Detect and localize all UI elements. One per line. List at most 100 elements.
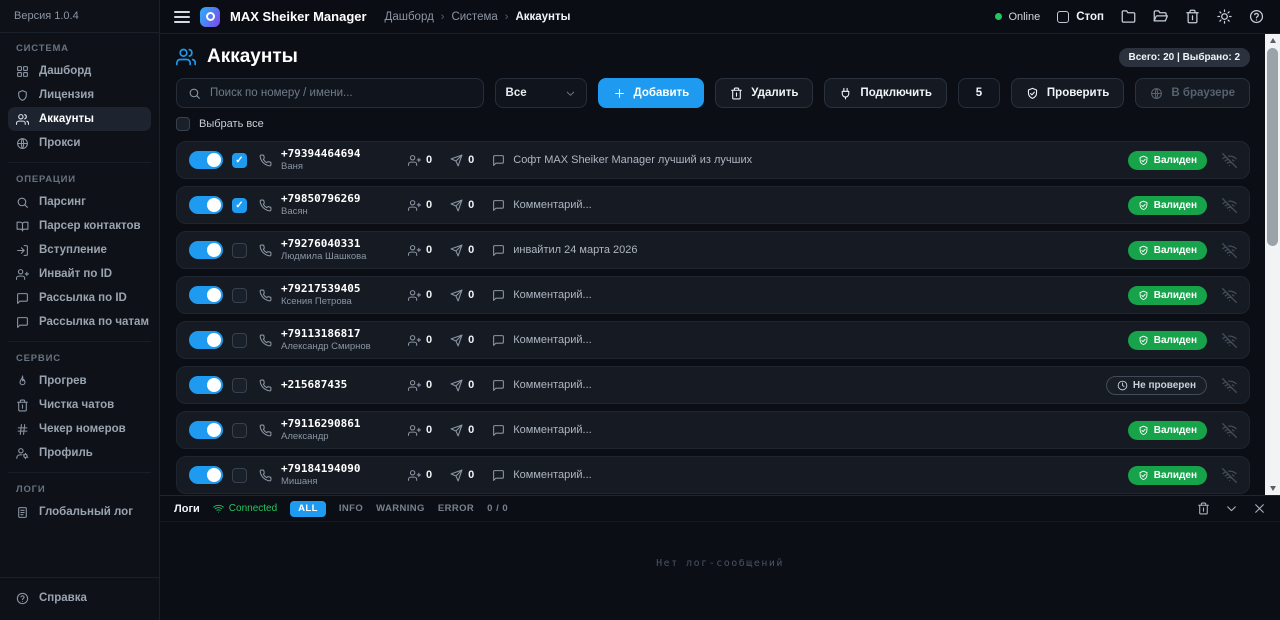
user-plus-icon bbox=[408, 154, 421, 167]
wifi-icon bbox=[213, 503, 224, 514]
account-comment[interactable]: Комментарий... bbox=[492, 379, 592, 392]
scroll-up-button[interactable] bbox=[1265, 34, 1280, 47]
close-icon[interactable] bbox=[1253, 502, 1266, 515]
account-toggle[interactable] bbox=[189, 376, 223, 394]
vertical-scrollbar[interactable] bbox=[1265, 34, 1280, 495]
sidebar-item-mailing-by-id[interactable]: Рассылка по ID bbox=[8, 286, 151, 310]
account-checkbox[interactable] bbox=[232, 152, 247, 168]
sidebar-item-proxy[interactable]: Прокси bbox=[8, 131, 151, 155]
sidebar-item-invite-by-id[interactable]: Инвайт по ID bbox=[8, 262, 151, 286]
sun-icon[interactable] bbox=[1217, 9, 1232, 24]
wifi-off-icon[interactable] bbox=[1222, 153, 1237, 168]
phone-icon bbox=[259, 244, 272, 257]
accounts-list: +79394464694Ваня 0 0 Софт MAX Sheiker Ma… bbox=[176, 141, 1250, 494]
logs-tab-all[interactable]: ALL bbox=[290, 500, 326, 517]
folder-icon[interactable] bbox=[1121, 9, 1136, 24]
checkbox-icon[interactable] bbox=[176, 117, 190, 131]
status-badge: Валиден bbox=[1127, 285, 1207, 305]
logs-tab-info[interactable]: INFO bbox=[339, 503, 363, 514]
phone-icon bbox=[259, 154, 272, 167]
account-toggle[interactable] bbox=[189, 286, 223, 304]
sidebar-item-parsing[interactable]: Парсинг bbox=[8, 190, 151, 214]
account-comment[interactable]: Комментарий... bbox=[492, 289, 592, 302]
search-box[interactable] bbox=[176, 78, 484, 108]
open-in-browser-button[interactable]: В браузере bbox=[1135, 78, 1250, 108]
sidebar-item-chat-cleaning[interactable]: Чистка чатов bbox=[8, 393, 151, 417]
wifi-off-icon[interactable] bbox=[1222, 378, 1237, 393]
scroll-down-button[interactable] bbox=[1265, 482, 1280, 495]
sidebar-item-warmup[interactable]: Прогрев bbox=[8, 369, 151, 393]
account-checkbox[interactable] bbox=[232, 467, 247, 483]
sidebar-item-help[interactable]: Справка bbox=[8, 586, 151, 610]
account-checkbox[interactable] bbox=[232, 422, 247, 438]
status-badge: Валиден bbox=[1127, 465, 1207, 485]
sidebar-item-joining[interactable]: Вступление bbox=[8, 238, 151, 262]
account-checkbox[interactable] bbox=[232, 197, 247, 213]
sidebar-item-contacts-parser[interactable]: Парсер контактов bbox=[8, 214, 151, 238]
invites-count: 0 bbox=[408, 334, 432, 347]
account-toggle[interactable] bbox=[189, 331, 223, 349]
account-checkbox[interactable] bbox=[232, 287, 247, 303]
account-toggle[interactable] bbox=[189, 466, 223, 484]
chevron-down-icon[interactable] bbox=[1225, 502, 1238, 515]
account-checkbox[interactable] bbox=[232, 377, 247, 393]
select-all-checkbox[interactable]: Выбрать все bbox=[176, 116, 1250, 132]
account-comment[interactable]: Комментарий... bbox=[492, 469, 592, 482]
logs-tab-warning[interactable]: WARNING bbox=[376, 503, 425, 514]
check-button[interactable]: Проверить bbox=[1010, 78, 1125, 108]
menu-icon[interactable] bbox=[174, 10, 190, 23]
scrollbar-track[interactable] bbox=[1265, 47, 1280, 482]
status-badge: Валиден bbox=[1127, 195, 1207, 215]
comment-icon bbox=[492, 424, 505, 437]
wifi-off-icon[interactable] bbox=[1222, 198, 1237, 213]
checkbox-icon[interactable] bbox=[1057, 10, 1070, 23]
sidebar-item-accounts[interactable]: Аккаунты bbox=[8, 107, 151, 131]
account-toggle[interactable] bbox=[189, 151, 223, 169]
account-comment[interactable]: Комментарий... bbox=[492, 199, 592, 212]
account-checkbox[interactable] bbox=[232, 332, 247, 348]
account-comment[interactable]: Комментарий... bbox=[492, 424, 592, 437]
account-toggle[interactable] bbox=[189, 196, 223, 214]
folder-open-icon[interactable] bbox=[1153, 9, 1168, 24]
logs-tab-error[interactable]: ERROR bbox=[438, 503, 474, 514]
invites-count: 0 bbox=[408, 154, 432, 167]
breadcrumb-system[interactable]: Система bbox=[451, 11, 497, 23]
search-input[interactable] bbox=[210, 87, 472, 99]
threads-input[interactable] bbox=[957, 78, 1000, 108]
wifi-off-icon[interactable] bbox=[1222, 423, 1237, 438]
stop-checkbox[interactable]: Стоп bbox=[1057, 10, 1104, 23]
scrollbar-thumb[interactable] bbox=[1267, 48, 1278, 246]
plus-icon bbox=[613, 87, 626, 100]
account-toggle[interactable] bbox=[189, 421, 223, 439]
filter-select[interactable]: Все bbox=[494, 78, 587, 108]
trash-icon[interactable] bbox=[1197, 502, 1210, 515]
send-icon bbox=[450, 289, 463, 302]
comment-icon bbox=[492, 199, 505, 212]
sidebar-item-mailing-by-chats[interactable]: Рассылка по чатам bbox=[8, 310, 151, 334]
help-icon[interactable] bbox=[1249, 9, 1264, 24]
breadcrumb-dashboard[interactable]: Дашборд bbox=[385, 11, 434, 23]
delete-button[interactable]: Удалить bbox=[715, 78, 814, 108]
sidebar-item-number-checker[interactable]: Чекер номеров bbox=[8, 417, 151, 441]
account-comment[interactable]: Софт MAX Sheiker Manager лучший из лучши… bbox=[492, 154, 752, 167]
connect-button[interactable]: Подключить bbox=[824, 78, 947, 108]
sidebar: Версия 1.0.4 Система Дашборд Лицензия Ак… bbox=[0, 0, 160, 620]
wifi-off-icon[interactable] bbox=[1222, 288, 1237, 303]
add-button[interactable]: Добавить bbox=[597, 78, 705, 108]
trash-icon[interactable] bbox=[1185, 9, 1200, 24]
shield-check-icon bbox=[1138, 290, 1149, 301]
sidebar-item-license[interactable]: Лицензия bbox=[8, 83, 151, 107]
account-comment[interactable]: инвайтил 24 марта 2026 bbox=[492, 244, 638, 257]
sidebar-item-profile[interactable]: Профиль bbox=[8, 441, 151, 465]
sidebar-item-global-log[interactable]: Глобальный лог bbox=[8, 500, 151, 524]
account-checkbox[interactable] bbox=[232, 242, 247, 258]
account-toggle[interactable] bbox=[189, 241, 223, 259]
account-phone: +79116290861 bbox=[281, 417, 361, 431]
sidebar-item-dashboard[interactable]: Дашборд bbox=[8, 59, 151, 83]
wifi-off-icon[interactable] bbox=[1222, 243, 1237, 258]
account-comment[interactable]: Комментарий... bbox=[492, 334, 592, 347]
user-plus-icon bbox=[408, 244, 421, 257]
wifi-off-icon[interactable] bbox=[1222, 468, 1237, 483]
comment-icon bbox=[492, 244, 505, 257]
wifi-off-icon[interactable] bbox=[1222, 333, 1237, 348]
